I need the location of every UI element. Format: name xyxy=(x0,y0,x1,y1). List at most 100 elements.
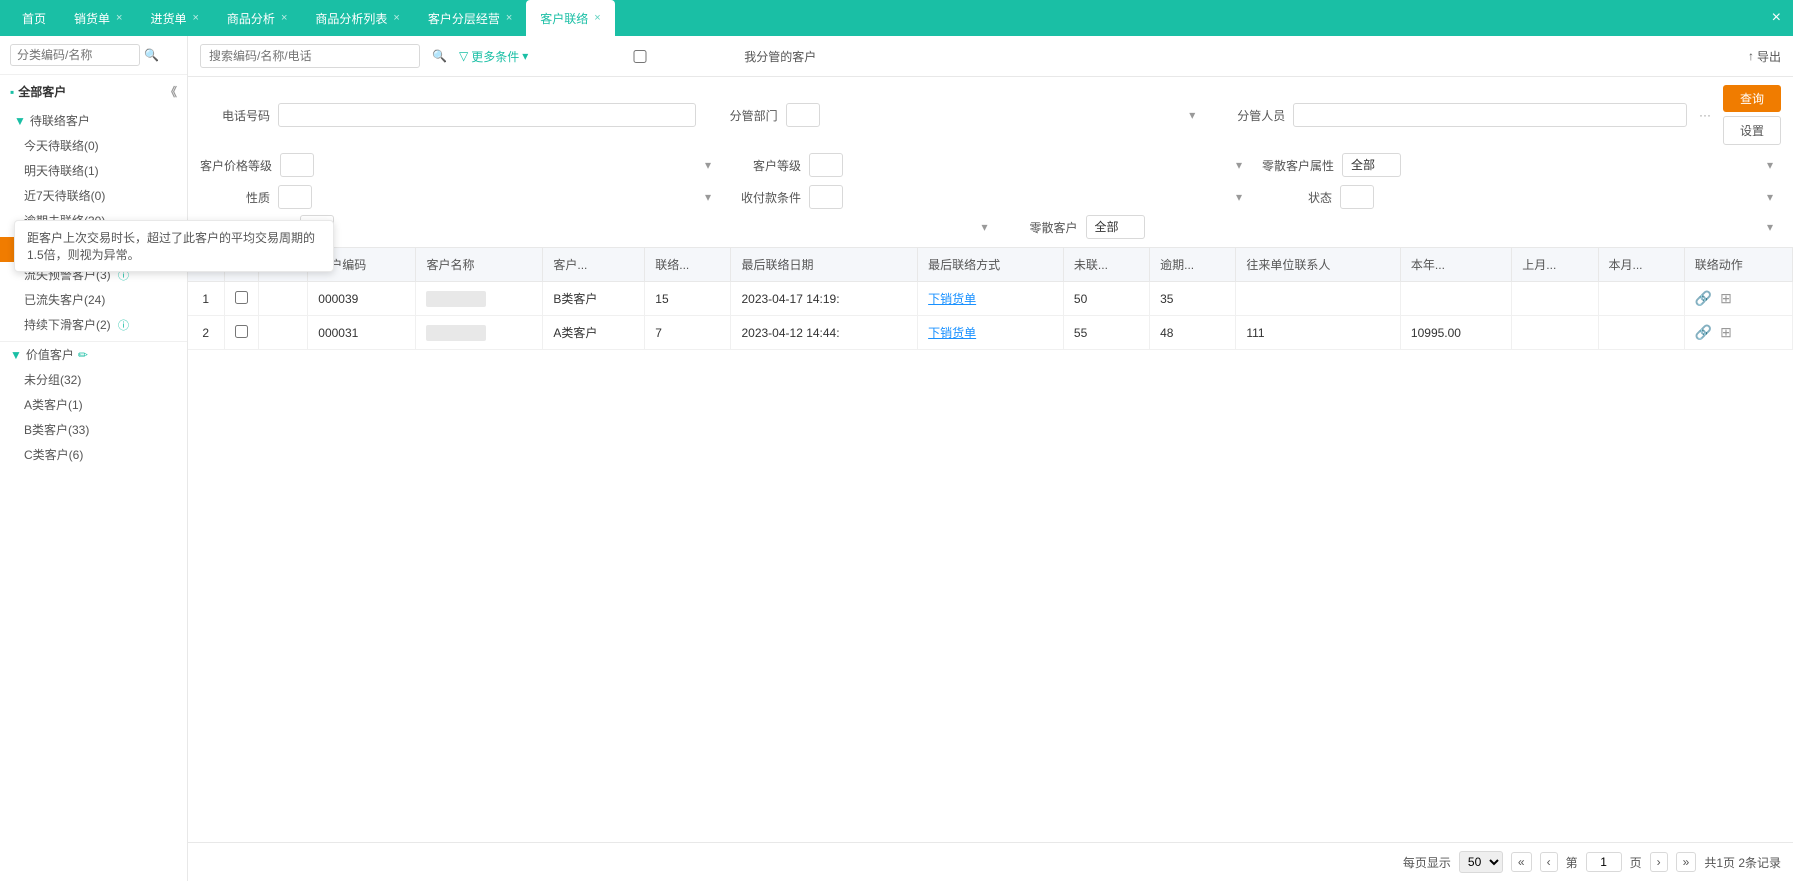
status-select[interactable] xyxy=(1340,185,1374,209)
gender-select[interactable] xyxy=(278,185,312,209)
sidebar-item-a-class[interactable]: A类客户(1) xyxy=(0,392,187,417)
phone-input[interactable] xyxy=(278,103,696,127)
th-last-month[interactable]: 上月... xyxy=(1512,248,1598,282)
table-header-row: ⚙ 客户编码 客户名称 客户... 联络... xyxy=(188,248,1793,282)
close-all-button[interactable]: × xyxy=(1772,9,1781,27)
sidebar-item-7days[interactable]: 近7天待联络(0) xyxy=(0,183,187,208)
payment-select[interactable] xyxy=(809,185,843,209)
th-last-contact-method[interactable]: 最后联络方式 xyxy=(918,248,1064,282)
cell-checkbox[interactable] xyxy=(224,282,258,316)
sidebar-item-continuous-down[interactable]: 持续下滑客户(2) ⓘ xyxy=(0,312,187,337)
filter-bar: 🔍 ▽ 更多条件 ▾ 我分管的客户 ↑ 导出 xyxy=(188,36,1793,77)
tab-purchase[interactable]: 进货单 × xyxy=(136,0,212,36)
customer-level-select[interactable] xyxy=(809,153,843,177)
last-page-button[interactable]: » xyxy=(1676,852,1697,872)
cell-actions: 🔗 ⊞ xyxy=(1684,282,1792,316)
cell-index: 1 xyxy=(188,282,224,316)
retail-customer-wrapper: 全部 xyxy=(1086,215,1782,239)
row-checkbox-1[interactable] xyxy=(235,325,248,338)
main-search-input[interactable] xyxy=(200,44,420,68)
settings-button[interactable]: 设置 xyxy=(1723,116,1781,145)
price-level-label: 客户价格等级 xyxy=(200,157,272,174)
continuous-down-info-icon[interactable]: ⓘ xyxy=(118,320,129,332)
cell-code: 000031 xyxy=(308,316,416,350)
retail-customer-select[interactable]: 全部 xyxy=(1086,215,1145,239)
sidebar-item-c-class[interactable]: C类客户(6) xyxy=(0,442,187,467)
main-layout: 🔍 ▪ 全部客户 《 ▼ 待联络客户 今天待联络(0) 明天待联络(1) 近7天… xyxy=(0,36,1793,881)
retail-attr-select[interactable]: 全部 xyxy=(1342,153,1401,177)
close-product-list-tab[interactable]: × xyxy=(393,12,399,24)
th-contact[interactable]: 联络... xyxy=(645,248,731,282)
my-customer-checkbox[interactable] xyxy=(540,50,740,63)
pagination-bar: 每页显示 50 « ‹ 第 页 › » 共1页 2条记录 xyxy=(188,842,1793,881)
cell-unreached: 55 xyxy=(1063,316,1149,350)
filter-cell-person: 分管人员 ··· xyxy=(1215,103,1711,127)
close-sales-tab[interactable]: × xyxy=(116,12,122,24)
next-page-button[interactable]: › xyxy=(1650,852,1668,872)
tab-sales[interactable]: 销货单 × xyxy=(60,0,136,36)
sidebar-search-area: 🔍 xyxy=(0,36,187,75)
dept-select[interactable] xyxy=(786,103,820,127)
cell-this-year: 10995.00 xyxy=(1400,316,1511,350)
close-product-analysis-tab[interactable]: × xyxy=(281,12,287,24)
customer-type-wrapper xyxy=(300,215,996,239)
cell-category: B类客户 xyxy=(543,282,645,316)
export-button[interactable]: ↑ 导出 xyxy=(1748,48,1781,65)
price-level-select[interactable] xyxy=(280,153,314,177)
cell-index: 2 xyxy=(188,316,224,350)
value-customer-edit-icon[interactable]: ✏ xyxy=(78,348,88,362)
tab-product-analysis[interactable]: 商品分析 × xyxy=(213,0,301,36)
tab-product-list[interactable]: 商品分析列表 × xyxy=(301,0,413,36)
close-customer-tier-tab[interactable]: × xyxy=(506,12,512,24)
action-link-icon[interactable]: 🔗 xyxy=(1695,290,1712,307)
sidebar-item-already-lost[interactable]: 已流失客户(24) xyxy=(0,287,187,312)
sidebar-item-today[interactable]: 今天待联络(0) xyxy=(0,133,187,158)
sidebar-collapse-button[interactable]: 《 xyxy=(165,83,177,100)
per-page-label: 每页显示 xyxy=(1403,854,1451,871)
tab-home[interactable]: 首页 xyxy=(8,0,60,36)
filter-cell-retail-customer: 零散客户 全部 xyxy=(1008,215,1782,239)
sidebar-item-ungroup[interactable]: 未分组(32) xyxy=(0,367,187,392)
action-grid-icon[interactable]: ⊞ xyxy=(1720,324,1732,341)
th-overdue[interactable]: 逾期... xyxy=(1150,248,1236,282)
cell-checkbox[interactable] xyxy=(224,316,258,350)
first-page-button[interactable]: « xyxy=(1511,852,1532,872)
tab-customer-tier[interactable]: 客户分层经营 × xyxy=(414,0,526,36)
my-customer-checkbox-label[interactable]: 我分管的客户 xyxy=(540,48,816,65)
cell-last-method[interactable]: 下销货单 xyxy=(918,282,1064,316)
cell-last-method[interactable]: 下销货单 xyxy=(918,316,1064,350)
page-number-input[interactable] xyxy=(1586,852,1622,872)
th-category[interactable]: 客户... xyxy=(543,248,645,282)
last-method-link[interactable]: 下销货单 xyxy=(928,292,976,306)
th-this-month[interactable]: 本月... xyxy=(1598,248,1684,282)
th-last-contact-date[interactable]: 最后联络日期 xyxy=(731,248,918,282)
sidebar: 🔍 ▪ 全部客户 《 ▼ 待联络客户 今天待联络(0) 明天待联络(1) 近7天… xyxy=(0,36,188,881)
close-customer-contact-tab[interactable]: × xyxy=(594,12,600,24)
prev-page-button[interactable]: ‹ xyxy=(1540,852,1558,872)
th-name[interactable]: 客户名称 xyxy=(416,248,543,282)
main-search-button[interactable]: 🔍 xyxy=(432,49,447,63)
tab-customer-contact[interactable]: 客户联络 × xyxy=(526,0,614,36)
action-grid-icon[interactable]: ⊞ xyxy=(1720,290,1732,307)
th-unreached[interactable]: 未联... xyxy=(1063,248,1149,282)
person-more-icon[interactable]: ··· xyxy=(1699,108,1711,122)
query-button[interactable]: 查询 xyxy=(1723,85,1781,112)
close-purchase-tab[interactable]: × xyxy=(192,12,198,24)
cell-last-date: 2023-04-12 14:44: xyxy=(731,316,918,350)
th-this-year[interactable]: 本年... xyxy=(1400,248,1511,282)
payment-wrapper xyxy=(809,185,1250,209)
sidebar-item-tomorrow[interactable]: 明天待联络(1) xyxy=(0,158,187,183)
filter-cell-status: 状态 xyxy=(1262,185,1781,209)
th-partner-contacts[interactable]: 往来单位联系人 xyxy=(1236,248,1401,282)
cell-actions: 🔗 ⊞ xyxy=(1684,316,1792,350)
person-input[interactable] xyxy=(1293,103,1687,127)
sidebar-search-icon[interactable]: 🔍 xyxy=(144,48,159,62)
page-size-select[interactable]: 50 xyxy=(1459,851,1503,873)
action-link-icon[interactable]: 🔗 xyxy=(1695,324,1712,341)
pending-contact-title[interactable]: ▼ 待联络客户 xyxy=(0,108,187,133)
row-checkbox-0[interactable] xyxy=(235,291,248,304)
more-conditions-button[interactable]: ▽ 更多条件 ▾ xyxy=(459,48,528,65)
category-search-input[interactable] xyxy=(10,44,140,66)
sidebar-item-b-class[interactable]: B类客户(33) xyxy=(0,417,187,442)
last-method-link[interactable]: 下销货单 xyxy=(928,326,976,340)
